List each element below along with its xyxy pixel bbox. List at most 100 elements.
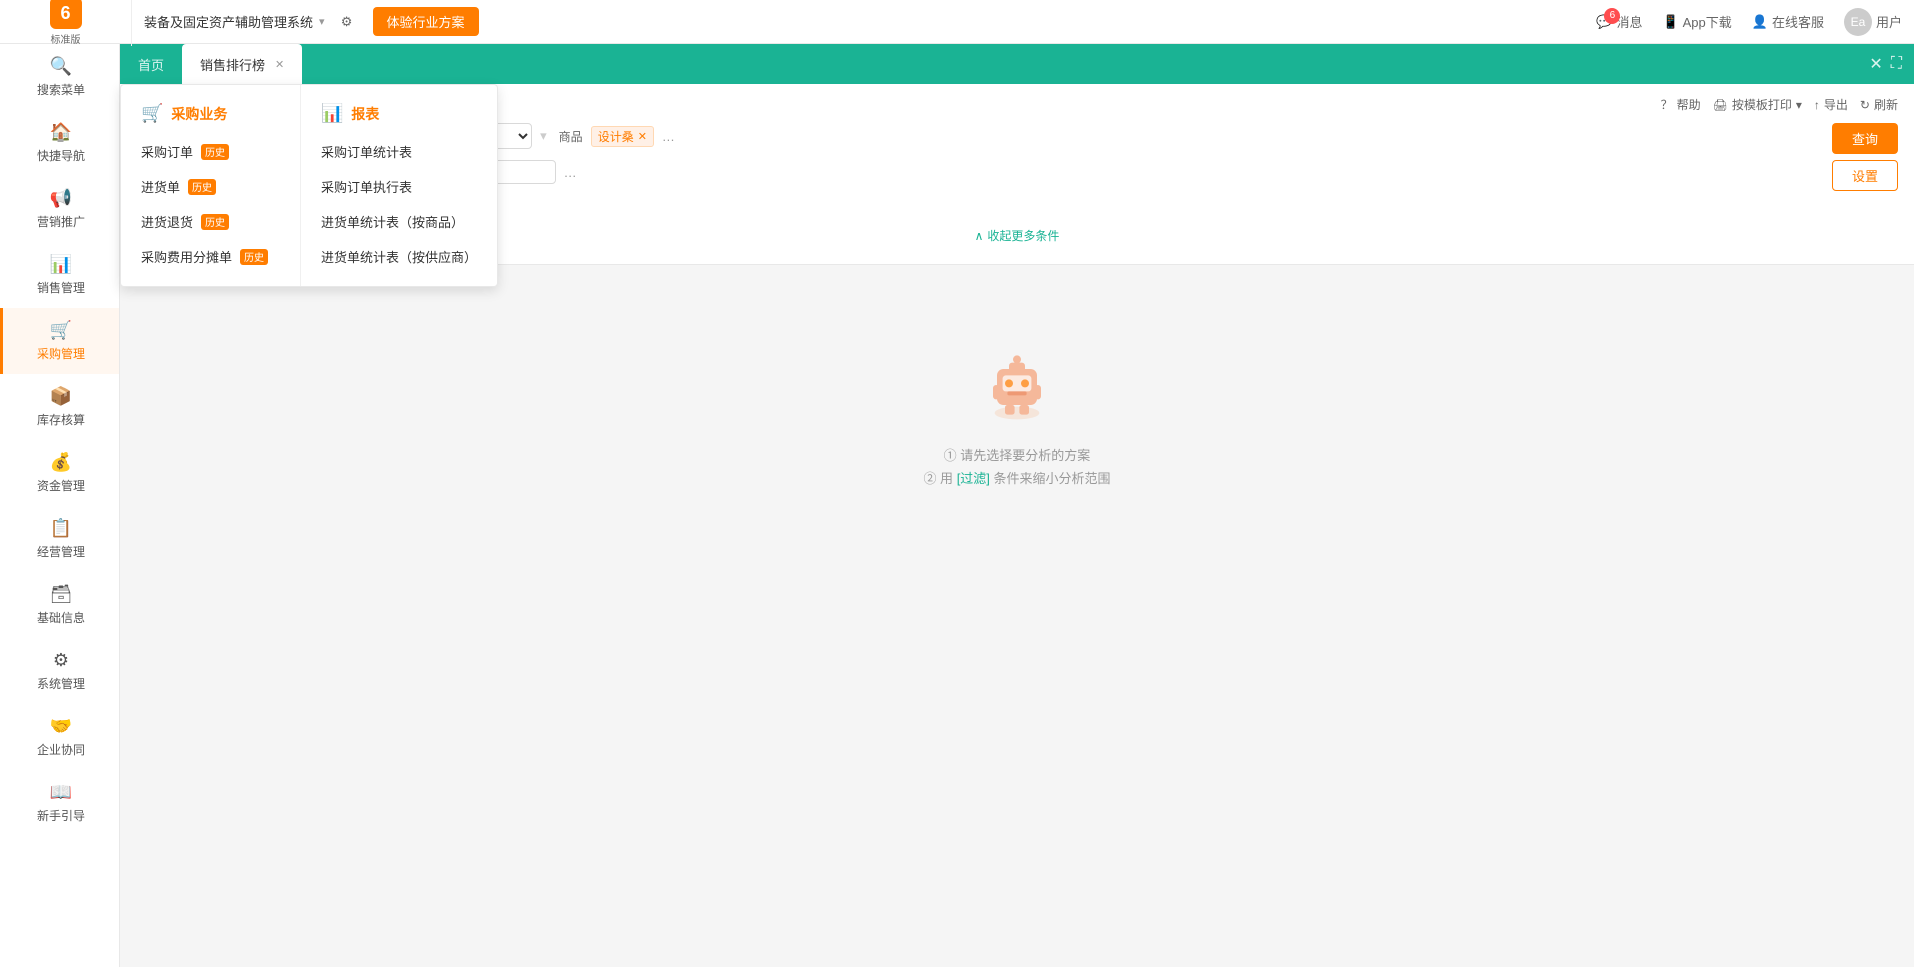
export-label: 导出 (1824, 96, 1848, 113)
goods-tag-text: 设计桑 (598, 128, 634, 145)
help-icon: ？ (1661, 96, 1673, 113)
sidebar-label-inventory: 库存核算 (37, 411, 85, 428)
finance-icon: 💰 (50, 452, 72, 473)
goods-in-badge: 历史 (188, 179, 216, 195)
sidebar-label-operation: 经营管理 (37, 543, 85, 560)
sidebar-label-sales: 销售管理 (37, 279, 85, 296)
collapse-up-icon: ∧ (975, 229, 984, 243)
tab-bar: 首页 销售排行榜 ✕ ✕ ⛶ (120, 44, 1914, 84)
online-service-button[interactable]: 👤 在线客服 (1752, 12, 1824, 31)
system-name: 装备及固定资产辅助管理系统 (144, 12, 313, 31)
refresh-button[interactable]: ↻ 刷新 (1860, 96, 1898, 113)
goods-return-label: 进货退货 (141, 212, 193, 231)
filter-actions: 查询 设置 (1832, 123, 1898, 191)
dropdown-item-purchase-order-exec[interactable]: 采购订单执行表 (301, 169, 497, 204)
sidebar-item-basic[interactable]: 🗃 基础信息 (0, 572, 119, 638)
goods-in-stat-supplier-label: 进货单统计表（按供应商） (321, 247, 477, 266)
purchase-col: 🛒 采购业务 采购订单 历史 进货单 历史 进货退货 历史 采购费用分摊单 历史 (121, 85, 301, 286)
goods-tag-close[interactable]: ✕ (638, 130, 647, 143)
dropdown-item-purchase-expense[interactable]: 采购费用分摊单 历史 (121, 239, 300, 274)
sidebar-item-purchase[interactable]: 🛒 采购管理 (0, 308, 119, 374)
app-download-label: App下载 (1683, 12, 1732, 31)
goods-return-badge: 历史 (201, 214, 229, 230)
goods-in-stat-goods-label: 进货单统计表（按商品） (321, 212, 464, 231)
logo-subtitle: 标准版 (51, 31, 81, 46)
goods-more-btn[interactable]: … (662, 129, 675, 144)
purchase-order-stat-label: 采购订单统计表 (321, 142, 412, 161)
purchase-expense-badge: 历史 (240, 249, 268, 265)
tab-fullscreen-icon[interactable]: ⛶ (1891, 55, 1902, 73)
report-header-icon: 📊 (321, 103, 343, 124)
sidebar-item-corp[interactable]: 🤝 企业协同 (0, 704, 119, 770)
dropdown-item-purchase-order-stat[interactable]: 采购订单统计表 (301, 134, 497, 169)
corp-icon: 🤝 (50, 716, 72, 737)
tab-close-all-icon[interactable]: ✕ (1869, 54, 1882, 74)
help-label: 帮助 (1677, 96, 1701, 113)
settings-button[interactable]: 设置 (1832, 160, 1898, 191)
sidebar-label-system: 系统管理 (37, 675, 85, 692)
message-button[interactable]: 💬 6 消息 (1596, 12, 1642, 31)
sidebar-item-search[interactable]: 🔍 搜索菜单 (0, 44, 119, 110)
user-label: 用户 (1876, 12, 1902, 31)
basic-icon: 🗃 (50, 584, 73, 605)
app-download-button[interactable]: 📱 App下载 (1662, 12, 1731, 31)
sidebar-label-corp: 企业协同 (37, 741, 85, 758)
online-service-label: 在线客服 (1772, 12, 1824, 31)
purchase-order-badge: 历史 (201, 144, 229, 160)
sidebar-item-guide[interactable]: 📖 新手引导 (0, 770, 119, 836)
home-icon: 🏠 (50, 122, 72, 143)
message-label: 消息 (1616, 12, 1642, 31)
goods-in-label: 进货单 (141, 177, 180, 196)
sidebar-item-inventory[interactable]: 📦 库存核算 (0, 374, 119, 440)
purchase-icon: 🛒 (50, 320, 72, 341)
industry-button[interactable]: 体验行业方案 (373, 7, 479, 36)
print-template-button[interactable]: 🖨 按模板打印 ▾ (1713, 96, 1802, 113)
user-button[interactable]: Ea 用户 (1844, 8, 1902, 36)
purchase-dropdown-menu: 🛒 采购业务 采购订单 历史 进货单 历史 进货退货 历史 采购费用分摊单 历史… (120, 84, 498, 287)
dropdown-item-goods-return[interactable]: 进货退货 历史 (121, 204, 300, 239)
top-header: 6 标准版 装备及固定资产辅助管理系统 ▾ ⚙ 体验行业方案 💬 6 消息 📱 … (0, 0, 1914, 44)
empty-hint-2: ② 用 [过滤] 条件来缩小分析范围 (923, 468, 1110, 487)
sidebar-item-system[interactable]: ⚙ 系统管理 (0, 638, 119, 704)
empty-illustration (977, 345, 1057, 425)
sidebar-item-sales[interactable]: 📊 销售管理 (0, 242, 119, 308)
sidebar-label-marketing: 营销推广 (37, 213, 85, 230)
help-button[interactable]: ？ 帮助 (1661, 96, 1701, 113)
sidebar-item-operation[interactable]: 📋 经营管理 (0, 506, 119, 572)
inventory-icon: 📦 (50, 386, 72, 407)
dropdown-item-goods-in-stat-goods[interactable]: 进货单统计表（按商品） (301, 204, 497, 239)
purchase-col-title: 采购业务 (171, 104, 227, 124)
avatar: Ea (1844, 8, 1872, 36)
print-icon: 🖨 (1713, 98, 1728, 112)
dropdown-item-purchase-order[interactable]: 采购订单 历史 (121, 134, 300, 169)
query-button[interactable]: 查询 (1832, 123, 1898, 154)
tab-home[interactable]: 首页 (120, 44, 182, 84)
sidebar-label-purchase: 采购管理 (37, 345, 85, 362)
report-col-title: 报表 (351, 104, 379, 124)
tab-close-icon[interactable]: ✕ (275, 58, 284, 71)
sidebar-label-quick: 快捷导航 (37, 147, 85, 164)
dropdown-item-goods-in[interactable]: 进货单 历史 (121, 169, 300, 204)
tab-bar-actions: ✕ ⛶ (1869, 54, 1914, 74)
settings-icon[interactable]: ⚙ (333, 8, 361, 36)
system-selector[interactable]: 装备及固定资产辅助管理系统 ▾ (144, 12, 325, 31)
sidebar-item-quick[interactable]: 🏠 快捷导航 (0, 110, 119, 176)
service-icon: 👤 (1752, 14, 1768, 30)
purchase-order-exec-label: 采购订单执行表 (321, 177, 412, 196)
report-col-header: 📊 报表 (301, 97, 497, 134)
dropdown-item-goods-in-stat-supplier[interactable]: 进货单统计表（按供应商） (301, 239, 497, 274)
app-logo: 6 (50, 0, 82, 29)
logo-area: 6 标准版 (12, 0, 132, 46)
chevron-down-icon: ▾ (319, 15, 325, 28)
tab-sales-rank[interactable]: 销售排行榜 ✕ (182, 44, 302, 84)
export-button[interactable]: ↑ 导出 (1814, 96, 1848, 113)
sidebar-item-marketing[interactable]: 📢 营销推广 (0, 176, 119, 242)
goods-label: 商品 (559, 128, 583, 145)
tab-sales-rank-label: 销售排行榜 (200, 55, 265, 74)
sales-icon: 📊 (50, 254, 72, 275)
export-icon: ↑ (1814, 98, 1820, 112)
tab-home-label: 首页 (138, 55, 164, 74)
sidebar-item-finance[interactable]: 💰 资金管理 (0, 440, 119, 506)
salesperson-more-btn[interactable]: … (564, 165, 577, 180)
guide-icon: 📖 (50, 782, 72, 803)
